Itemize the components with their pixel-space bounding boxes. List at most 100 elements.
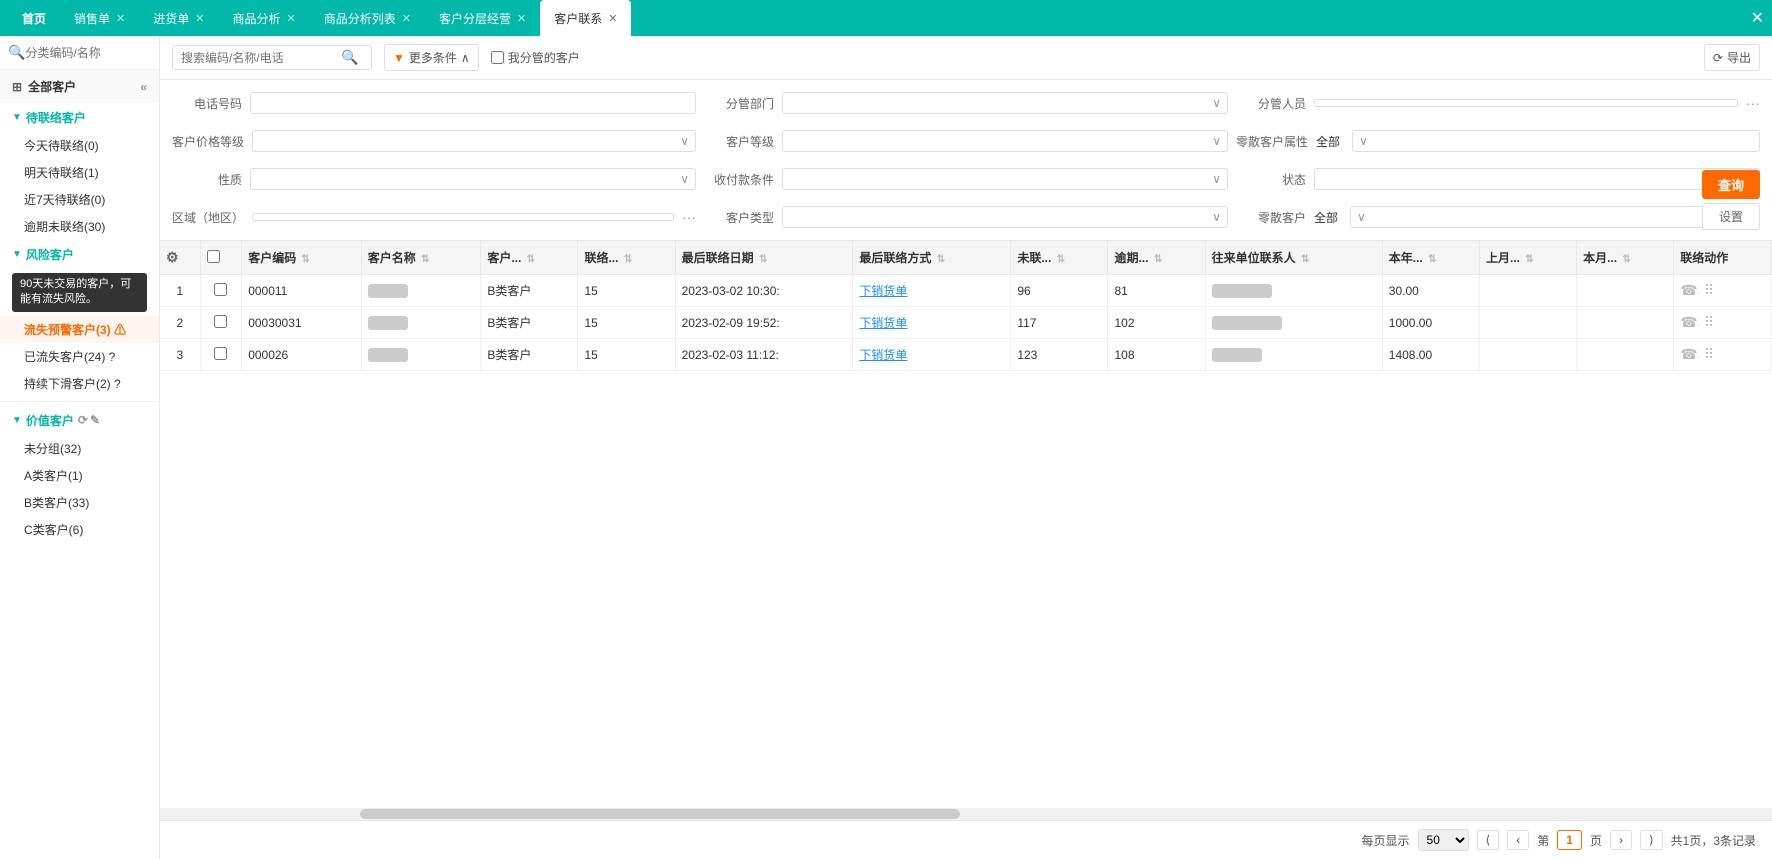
th-settings[interactable]: ⚙ (160, 241, 200, 275)
edit-value-icon[interactable]: ✎ (90, 413, 100, 427)
nav-tab-home[interactable]: 首页 (8, 0, 60, 36)
nav-tab-analysis-list[interactable]: 商品分析列表 ✕ (310, 0, 425, 36)
row2-method[interactable]: 下销货单 (853, 307, 1011, 339)
search-submit-icon[interactable]: 🔍 (341, 49, 358, 66)
status-select[interactable]: ∨ (1314, 168, 1760, 190)
row2-contact: 15 (578, 307, 675, 339)
th-checkbox[interactable] (200, 241, 242, 275)
manager-select[interactable] (1314, 99, 1738, 107)
retail-attr-select[interactable]: ∨ (1352, 130, 1760, 152)
row2-contact-icon[interactable]: ☎ (1680, 314, 1697, 331)
prev-page-button[interactable]: ‹ (1507, 830, 1529, 850)
sidebar-group-risk[interactable]: ▼ 风险客户 (0, 240, 159, 269)
customer-type-select[interactable]: ∨ (782, 206, 1228, 228)
horizontal-scrollbar[interactable] (160, 808, 1772, 820)
settings-button[interactable]: 设置 (1702, 203, 1760, 230)
th-type[interactable]: 客户... ⇅ (481, 241, 578, 275)
sidebar-item-today[interactable]: 今天待联络(0) (0, 132, 159, 159)
row3-method[interactable]: 下销货单 (853, 339, 1011, 371)
row1-type: B类客户 (481, 275, 578, 307)
my-customers-checkbox-wrap[interactable]: 我分管的客户 (491, 49, 580, 66)
more-filter-button[interactable]: ▼ 更多条件 ∧ (384, 44, 479, 71)
row1-more-icon[interactable]: ⠿ (1704, 282, 1714, 299)
sidebar-group-pending[interactable]: ▼ 待联络客户 (0, 103, 159, 132)
sidebar-item-tomorrow[interactable]: 明天待联络(1) (0, 159, 159, 186)
export-button[interactable]: ⟳ 导出 (1704, 44, 1760, 71)
row1-checkbox[interactable] (200, 275, 242, 307)
region-dots-icon[interactable]: ··· (682, 209, 696, 225)
sidebar-search-icon[interactable]: 🔍 (8, 44, 25, 61)
sidebar-item-7days[interactable]: 近7天待联络(0) (0, 186, 159, 213)
sidebar-item-churn-warning[interactable]: 流失预警客户(3) ⚠ (0, 316, 159, 343)
phone-input[interactable] (250, 92, 696, 114)
th-last-method[interactable]: 最后联络方式 ⇅ (853, 241, 1011, 275)
close-sales-icon[interactable]: ✕ (116, 12, 125, 25)
close-analysis-list-icon[interactable]: ✕ (402, 12, 411, 25)
th-last-date[interactable]: 最后联络日期 ⇅ (675, 241, 853, 275)
my-customers-checkbox[interactable] (491, 51, 504, 64)
query-button[interactable]: 查询 (1702, 170, 1760, 199)
dept-select[interactable]: ∨ (782, 92, 1228, 114)
nav-tab-customer-tier[interactable]: 客户分层经营 ✕ (425, 0, 540, 36)
sidebar-item-churned[interactable]: 已流失客户(24) ? (0, 343, 159, 370)
sidebar-item-ungrouped[interactable]: 未分组(32) (0, 435, 159, 462)
th-contact[interactable]: 联络... ⇅ (578, 241, 675, 275)
sidebar-item-declining[interactable]: 持续下滑客户(2) ? (0, 370, 159, 397)
sidebar-item-class-a[interactable]: A类客户(1) (0, 462, 159, 489)
row2-checkbox[interactable] (200, 307, 242, 339)
retail-customer-select[interactable]: ∨ (1350, 206, 1760, 228)
nature-select[interactable]: ∨ (250, 168, 696, 190)
window-close-icon[interactable]: ✕ (1751, 8, 1764, 28)
current-page-button[interactable]: 1 (1557, 830, 1582, 850)
payment-select[interactable]: ∨ (782, 168, 1228, 190)
sidebar-all-customers[interactable]: ⊞ 全部客户 « (0, 70, 159, 103)
sidebar-item-overdue[interactable]: 逾期未联络(30) (0, 213, 159, 240)
customer-level-select[interactable]: ∨ (782, 130, 1228, 152)
region-select[interactable] (252, 213, 674, 221)
row3-method-link[interactable]: 下销货单 (859, 348, 907, 362)
filter-price-level: 客户价格等级 ∨ (172, 126, 696, 156)
close-analysis-icon[interactable]: ✕ (287, 12, 296, 25)
scrollbar-thumb[interactable] (360, 809, 960, 819)
sidebar-item-class-b[interactable]: B类客户(33) (0, 489, 159, 516)
row3-more-icon[interactable]: ⠿ (1704, 346, 1714, 363)
th-overdue[interactable]: 逾期... ⇅ (1108, 241, 1205, 275)
row2-date: 2023-02-09 19:52: (675, 307, 853, 339)
close-purchase-icon[interactable]: ✕ (195, 12, 204, 25)
nav-tab-customer-contact[interactable]: 客户联系 ✕ (540, 0, 631, 36)
sidebar-group-value[interactable]: ▼ 价值客户 ⟳ ✎ (0, 406, 159, 435)
row3-contact-icon[interactable]: ☎ (1680, 346, 1697, 363)
nav-tab-sales[interactable]: 销售单 ✕ (60, 0, 139, 36)
th-this-month[interactable]: 本月... ⇅ (1577, 241, 1674, 275)
settings-gear-icon[interactable]: ⚙ (166, 249, 179, 265)
th-contact-person[interactable]: 往来单位联系人 ⇅ (1205, 241, 1382, 275)
sidebar-search-input[interactable] (25, 46, 160, 60)
row2-more-icon[interactable]: ⠿ (1704, 314, 1714, 331)
th-no-contact[interactable]: 未联... ⇅ (1011, 241, 1108, 275)
row3-checkbox[interactable] (200, 339, 242, 371)
close-customer-tier-icon[interactable]: ✕ (517, 12, 526, 25)
row1-method-link[interactable]: 下销货单 (859, 284, 907, 298)
close-customer-contact-icon[interactable]: ✕ (608, 12, 617, 25)
refresh-value-icon[interactable]: ⟳ (78, 413, 88, 427)
nav-tab-analysis[interactable]: 商品分析 ✕ (218, 0, 309, 36)
search-input[interactable] (181, 51, 341, 65)
row1-contact-icon[interactable]: ☎ (1680, 282, 1697, 299)
row2-method-link[interactable]: 下销货单 (859, 316, 907, 330)
price-level-select[interactable]: ∨ (252, 130, 696, 152)
sidebar-item-class-c[interactable]: C类客户(6) (0, 516, 159, 543)
next-page-button[interactable]: › (1610, 830, 1632, 850)
th-code[interactable]: 客户编码 ⇅ (242, 241, 362, 275)
collapse-icon[interactable]: « (140, 80, 147, 94)
nav-tab-purchase[interactable]: 进货单 ✕ (139, 0, 218, 36)
row1-method[interactable]: 下销货单 (853, 275, 1011, 307)
first-page-button[interactable]: ⟨ (1477, 830, 1500, 850)
th-this-year[interactable]: 本年... ⇅ (1382, 241, 1479, 275)
th-name[interactable]: 客户名称 ⇅ (361, 241, 481, 275)
search-input-wrap[interactable]: 🔍 (172, 45, 372, 70)
select-all-checkbox[interactable] (207, 250, 220, 263)
th-last-month[interactable]: 上月... ⇅ (1479, 241, 1576, 275)
manager-dots-icon[interactable]: ··· (1746, 95, 1760, 111)
page-size-select[interactable]: 50 100 200 (1418, 829, 1469, 851)
last-page-button[interactable]: ⟩ (1640, 830, 1663, 850)
